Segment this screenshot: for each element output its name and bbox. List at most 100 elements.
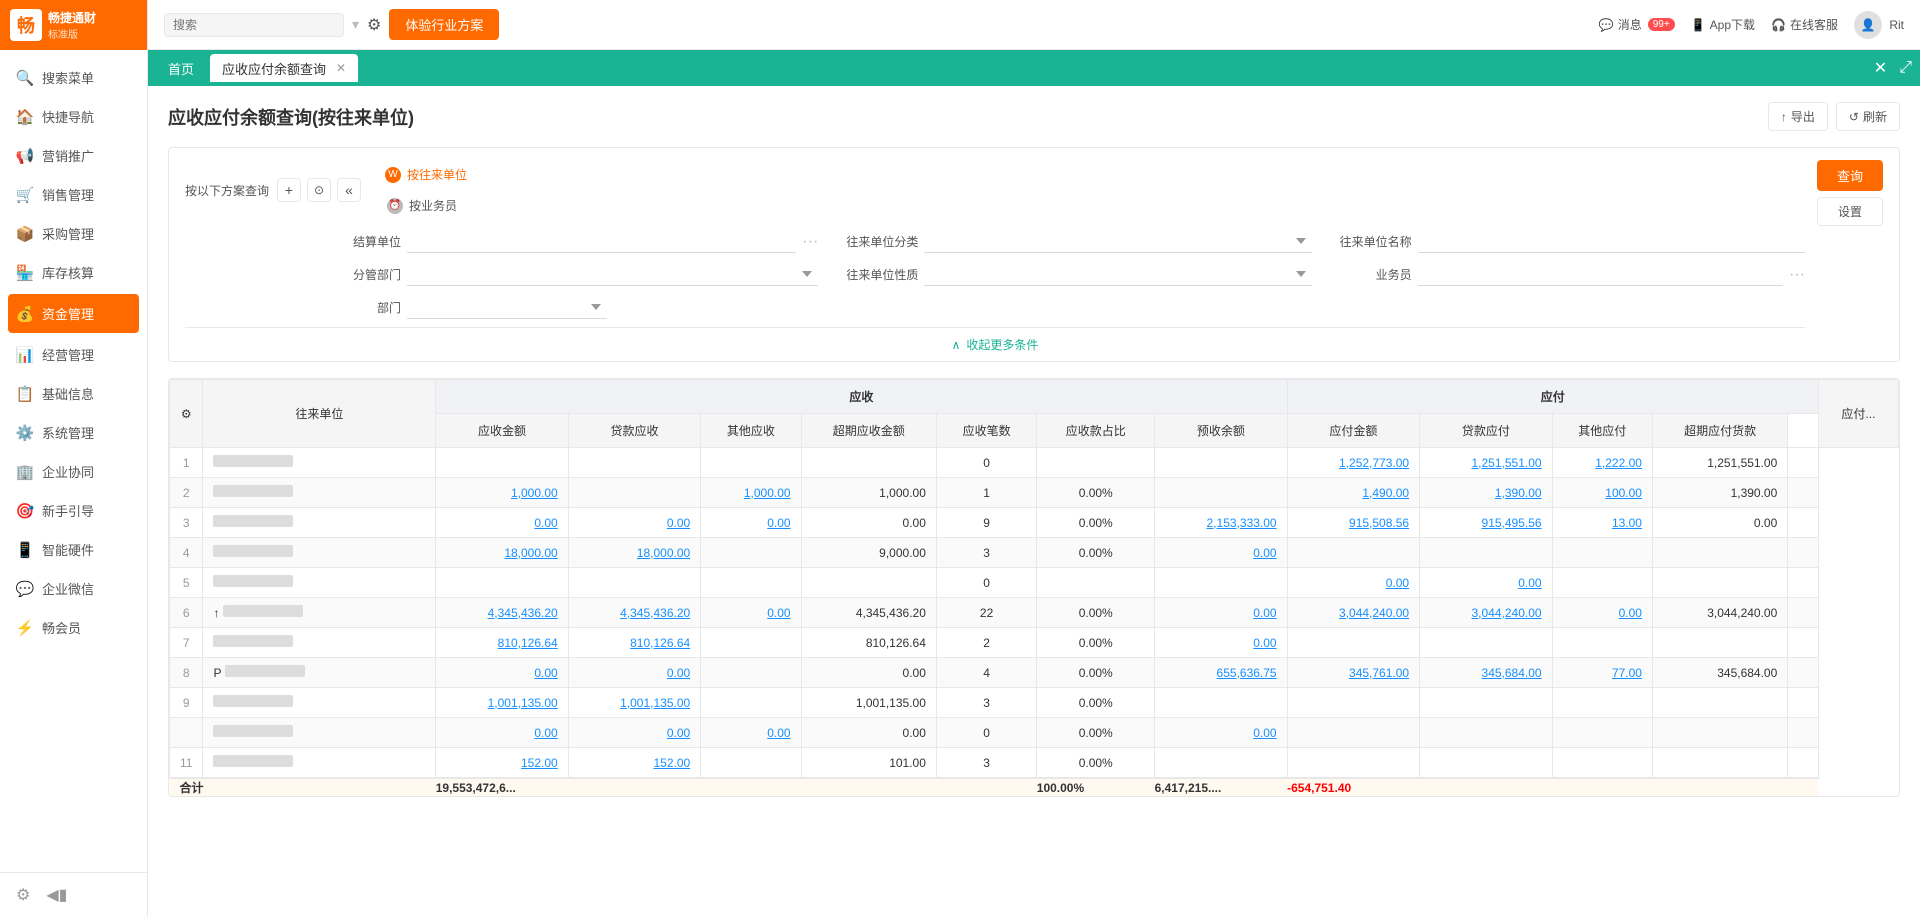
total-ap-more bbox=[1788, 778, 1819, 796]
table-row: 500.000.00 bbox=[170, 568, 1899, 598]
export-btn[interactable]: ↑ 导出 bbox=[1768, 102, 1828, 131]
page-title: 应收应付余额查询(按往来单位) bbox=[168, 104, 414, 130]
username: Rit bbox=[1889, 18, 1904, 32]
th-settings[interactable]: ⚙ bbox=[170, 380, 203, 448]
salesman-dots[interactable]: ··· bbox=[1789, 266, 1805, 284]
tab-close-icon[interactable]: ✕ bbox=[336, 61, 346, 75]
query-btn[interactable]: 查询 bbox=[1817, 160, 1883, 191]
breadcrumb-search-input[interactable] bbox=[164, 13, 344, 37]
sidebar-item-finance[interactable]: 💰 资金管理 bbox=[8, 294, 139, 333]
th-ap-other: 其他应付 bbox=[1552, 414, 1652, 448]
tab-maximize-icon[interactable]: ⤢ bbox=[1899, 59, 1912, 77]
sidebar-item-operation[interactable]: 📊 经营管理 bbox=[0, 335, 147, 374]
setting-btn[interactable]: 设置 bbox=[1817, 197, 1883, 226]
online-service-btn[interactable]: 🎧 在线客服 bbox=[1771, 16, 1838, 33]
partner-name bbox=[203, 568, 436, 598]
sidebar-item-search[interactable]: 🔍 搜索菜单 bbox=[0, 58, 147, 97]
total-ar-other bbox=[701, 778, 801, 796]
sidebar-item-inventory[interactable]: 🏪 库存核算 bbox=[0, 253, 147, 292]
settlement-unit-dots[interactable]: ··· bbox=[802, 233, 818, 251]
sidebar-logo: 畅 畅捷通财 标准版 bbox=[0, 0, 147, 50]
sidebar-item-guide[interactable]: 🎯 新手引导 bbox=[0, 491, 147, 530]
total-row: 合计 19,553,472,6... 100.00% 6,417,215....… bbox=[170, 778, 1899, 796]
sidebar-item-wechat[interactable]: 💬 企业微信 bbox=[0, 569, 147, 608]
th-ap-group: 应付 bbox=[1287, 380, 1818, 414]
unit-nature-select[interactable] bbox=[924, 263, 1311, 286]
data-table-wrapper: ⚙ 往来单位 应收 应付 应付... 应收金额 贷款应收 其他应收 超期应收金额… bbox=[168, 378, 1900, 797]
message-icon: 💬 bbox=[1599, 18, 1614, 32]
sidebar-item-enterprise[interactable]: 🏢 企业协同 bbox=[0, 452, 147, 491]
basic-icon: 📋 bbox=[16, 385, 34, 403]
partner-name bbox=[203, 478, 436, 508]
total-ar-amount: 19,553,472,6... bbox=[436, 778, 568, 796]
collapse-filter-btn[interactable]: « bbox=[337, 178, 361, 202]
filter-header-icons: + ⊙ « bbox=[277, 178, 361, 202]
messages-btn[interactable]: 💬 消息 99+ bbox=[1599, 16, 1675, 33]
header-breadcrumb: ▾ ⚙ 体验行业方案 bbox=[164, 9, 1587, 40]
tab-close-window-icon[interactable]: ✕ bbox=[1874, 58, 1887, 78]
total-ar-count bbox=[936, 778, 1036, 796]
partner-name bbox=[203, 448, 436, 478]
wechat-icon: 💬 bbox=[16, 580, 34, 598]
inventory-icon: 🏪 bbox=[16, 264, 34, 282]
member-icon: ⚡ bbox=[16, 619, 34, 637]
dept-manager-select[interactable] bbox=[407, 263, 818, 286]
user-profile[interactable]: 👤 Rit bbox=[1854, 11, 1904, 39]
table-row: 8P 0.000.000.0040.00%655,636.75345,761.0… bbox=[170, 658, 1899, 688]
filter-header-label: 按以下方案查询 bbox=[185, 182, 269, 199]
sidebar-item-marketing[interactable]: 📢 营销推广 bbox=[0, 136, 147, 175]
partner-name bbox=[203, 718, 436, 748]
filter-row-3: 部门 bbox=[345, 296, 1805, 319]
sidebar-item-hardware[interactable]: 📱 智能硬件 bbox=[0, 530, 147, 569]
breadcrumb-chevron-icon[interactable]: ▾ bbox=[352, 16, 359, 33]
nav-by-staff-icon: ⏰ bbox=[387, 198, 403, 214]
th-ar-prepay: 预收余额 bbox=[1155, 414, 1287, 448]
sidebar-item-purchase[interactable]: 📦 采购管理 bbox=[0, 214, 147, 253]
app-download-btn[interactable]: 📱 App下载 bbox=[1691, 16, 1755, 33]
bottom-collapse-icon[interactable]: ◀▮ bbox=[46, 885, 67, 905]
settlement-unit-input[interactable] bbox=[407, 230, 796, 253]
filter-nav-by-unit[interactable]: W 按往来单位 bbox=[377, 160, 475, 189]
header-settings-icon[interactable]: ⚙ bbox=[367, 15, 381, 35]
sales-icon: 🛒 bbox=[16, 186, 34, 204]
filter-nav: W 按往来单位 ⏰ 按业务员 bbox=[377, 160, 475, 220]
th-ap-overdue: 超期应付货款 bbox=[1652, 414, 1787, 448]
filter-nav-by-staff[interactable]: ⏰ 按业务员 bbox=[379, 191, 475, 220]
tab-home[interactable]: 首页 bbox=[156, 54, 206, 82]
top-header: ▾ ⚙ 体验行业方案 💬 消息 99+ 📱 App下载 🎧 在线客服 👤 Rit bbox=[148, 0, 1920, 50]
table-row: 30.000.000.000.0090.00%2,153,333.00915,5… bbox=[170, 508, 1899, 538]
sidebar-item-basic[interactable]: 📋 基础信息 bbox=[0, 374, 147, 413]
sidebar-item-sales[interactable]: 🛒 销售管理 bbox=[0, 175, 147, 214]
department-select[interactable] bbox=[407, 296, 607, 319]
sidebar-item-member[interactable]: ⚡ 畅会员 bbox=[0, 608, 147, 647]
filter-section: 按以下方案查询 + ⊙ « W 按往来单位 ⏰ 按 bbox=[168, 147, 1900, 362]
table-row: 101,252,773.001,251,551.001,222.001,251,… bbox=[170, 448, 1899, 478]
filter-row-1: 结算单位 ··· 往来单位分类 往来单位名称 bbox=[345, 230, 1805, 253]
settings-filter-btn[interactable]: ⊙ bbox=[307, 178, 331, 202]
table-row: 11152.00152.00101.0030.00% bbox=[170, 748, 1899, 779]
filter-row-2: 分管部门 往来单位性质 业务员 ··· bbox=[345, 263, 1805, 286]
service-icon: 🎧 bbox=[1771, 18, 1786, 32]
unit-category-select[interactable] bbox=[924, 230, 1311, 253]
sidebar-item-shortcut[interactable]: 🏠 快捷导航 bbox=[0, 97, 147, 136]
partner-name bbox=[203, 748, 436, 779]
bottom-settings-icon[interactable]: ⚙ bbox=[16, 885, 30, 905]
trial-btn[interactable]: 体验行业方案 bbox=[389, 9, 499, 40]
add-filter-btn[interactable]: + bbox=[277, 178, 301, 202]
th-ar-ratio: 应收款占比 bbox=[1037, 414, 1155, 448]
th-ar-amount: 应收金额 bbox=[436, 414, 568, 448]
total-ap-loan bbox=[1420, 778, 1552, 796]
tab-ar-ap[interactable]: 应收应付余额查询 ✕ bbox=[210, 54, 358, 82]
sidebar-item-system[interactable]: ⚙️ 系统管理 bbox=[0, 413, 147, 452]
collapse-btn[interactable]: ∧ 收起更多条件 bbox=[185, 327, 1805, 361]
main-content: 应收应付余额查询(按往来单位) ↑ 导出 ↺ 刷新 按以下方案查询 + bbox=[148, 86, 1920, 917]
filter-action-buttons: 查询 设置 bbox=[1817, 160, 1883, 361]
page-container: 应收应付余额查询(按往来单位) ↑ 导出 ↺ 刷新 按以下方案查询 + bbox=[148, 86, 1920, 917]
unit-name-input[interactable] bbox=[1418, 230, 1805, 253]
page-header: 应收应付余额查询(按往来单位) ↑ 导出 ↺ 刷新 bbox=[168, 102, 1900, 131]
partner-name bbox=[203, 538, 436, 568]
salesman-input[interactable] bbox=[1418, 263, 1783, 286]
marketing-icon: 📢 bbox=[16, 147, 34, 165]
refresh-btn[interactable]: ↺ 刷新 bbox=[1836, 102, 1900, 131]
th-ap-more: 应付... bbox=[1818, 380, 1898, 448]
